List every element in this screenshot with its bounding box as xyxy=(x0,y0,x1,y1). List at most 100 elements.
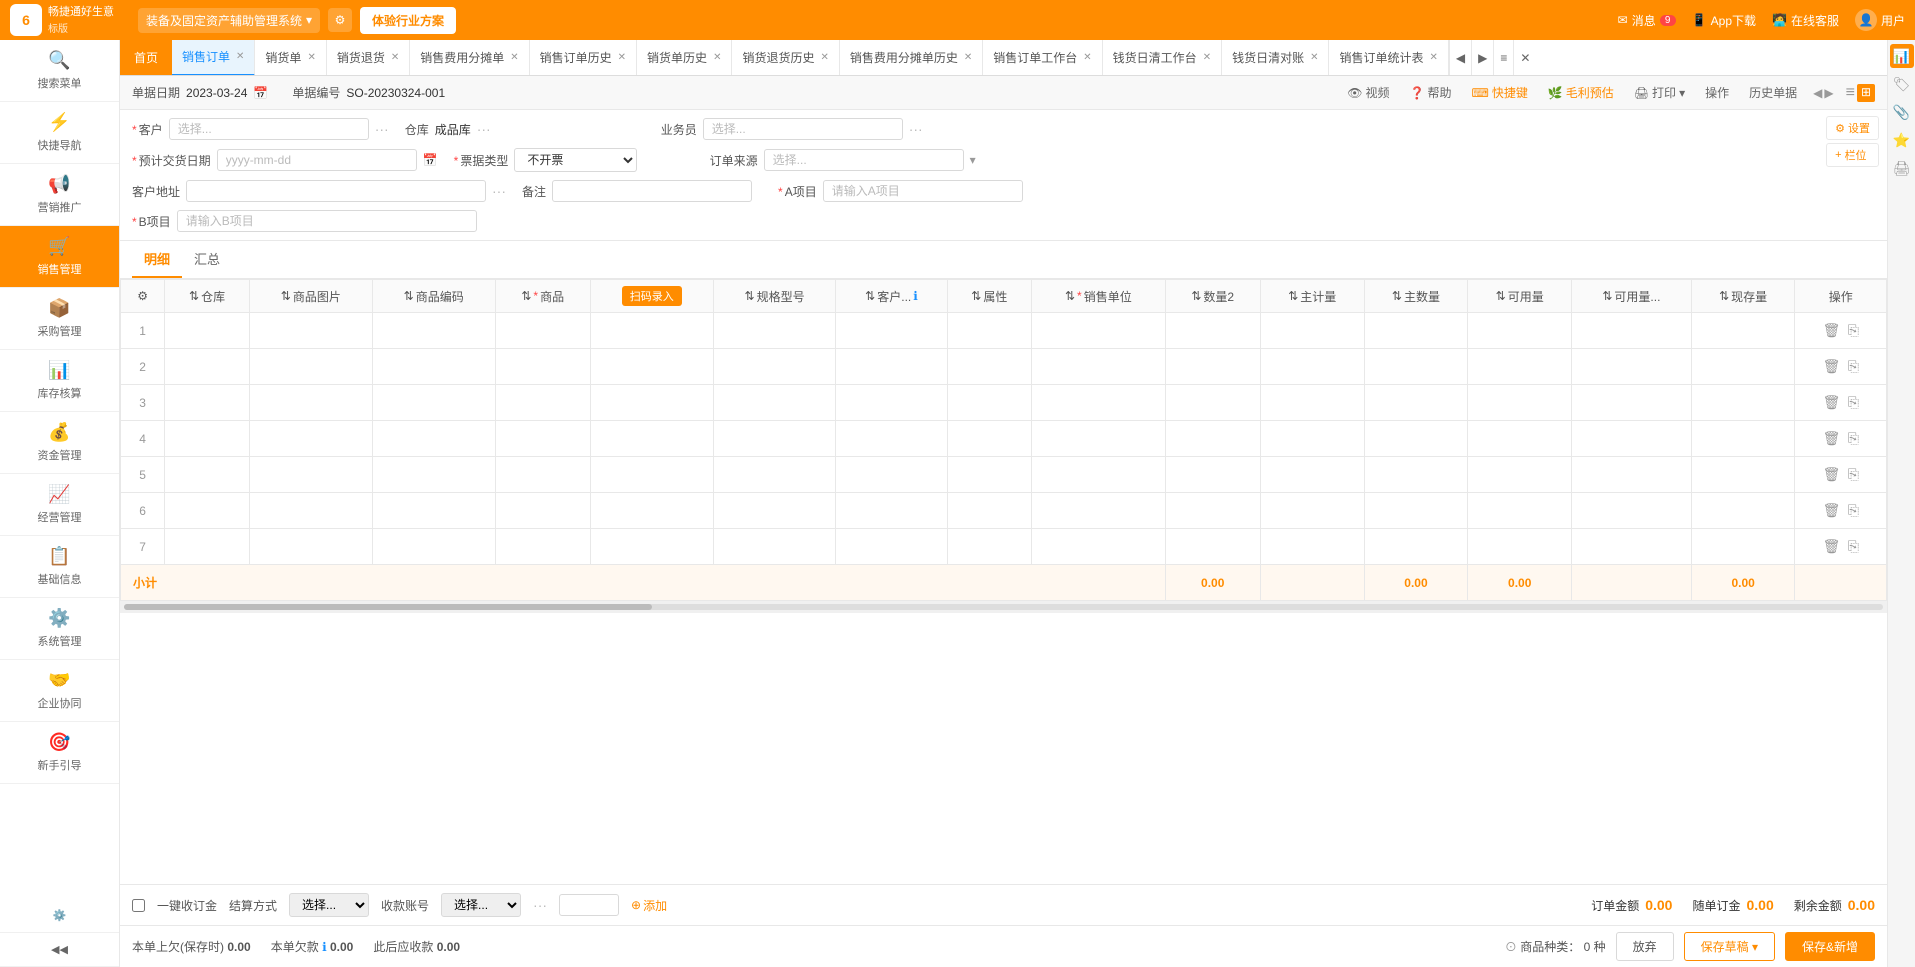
col-product-code[interactable]: ⇅ 商品编码 xyxy=(372,280,495,313)
b-project-input[interactable] xyxy=(177,210,477,232)
tab-close-icon[interactable]: ✕ xyxy=(510,52,518,63)
discard-button[interactable]: 放弃 xyxy=(1616,932,1674,961)
form-view-icon[interactable]: ⊞ xyxy=(1857,84,1875,102)
solution-button[interactable]: 体验行业方案 xyxy=(360,7,456,34)
addr-dots[interactable]: ··· xyxy=(492,183,506,199)
customer-dots[interactable]: ··· xyxy=(375,121,389,137)
remark-input[interactable] xyxy=(552,180,752,202)
sidebar-item-system[interactable]: ⚙️ 系统管理 xyxy=(0,598,119,660)
sidebar-collapse[interactable]: ◀◀ xyxy=(0,933,119,967)
save-new-button[interactable]: 保存&新增 xyxy=(1785,932,1875,961)
tab-close-icon[interactable]: ✕ xyxy=(1203,52,1211,63)
horizontal-scrollbar[interactable] xyxy=(120,601,1887,613)
delivery-date-input[interactable] xyxy=(217,149,417,171)
col-main-qty[interactable]: ⇅ 主数量 xyxy=(1364,280,1468,313)
tab-close-icon[interactable]: ✕ xyxy=(236,51,244,62)
help-btn[interactable]: ❓ 帮助 xyxy=(1406,82,1456,103)
tab-close-icon[interactable]: ✕ xyxy=(964,52,972,63)
operations-btn[interactable]: 操作 xyxy=(1701,82,1733,103)
sidebar-item-operation[interactable]: 📈 经营管理 xyxy=(0,474,119,536)
tab-fee-history[interactable]: 销售费用分摊单历史 ✕ xyxy=(840,40,983,76)
tab-close-icon[interactable]: ✕ xyxy=(1310,52,1318,63)
payment-dots[interactable]: ··· xyxy=(533,897,547,913)
tab-return-history[interactable]: 销货退货历史 ✕ xyxy=(732,40,839,76)
sidebar-item-enterprise[interactable]: 🤝 企业协同 xyxy=(0,660,119,722)
copy-row-icon[interactable]: ⎘ xyxy=(1846,322,1861,338)
view-btn[interactable]: 👁 视频 xyxy=(1343,82,1393,103)
right-sidebar-star[interactable]: ⭐ xyxy=(1890,128,1914,152)
sidebar-item-marketing[interactable]: 📢 营销推广 xyxy=(0,164,119,226)
tab-nav-next[interactable]: ▶ xyxy=(1471,40,1493,76)
tab-close-icon[interactable]: ✕ xyxy=(307,52,315,63)
sidebar-item-sales[interactable]: 🛒 销售管理 xyxy=(0,226,119,288)
tab-invoice-history[interactable]: 销货单历史 ✕ xyxy=(637,40,732,76)
tab-reconciliation[interactable]: 钱货日清对账 ✕ xyxy=(1222,40,1329,76)
calendar-icon[interactable]: 📅 xyxy=(253,86,268,100)
sidebar-item-inventory[interactable]: 📊 库存核算 xyxy=(0,350,119,412)
tab-summary[interactable]: 汇总 xyxy=(182,241,232,278)
list-view-icon[interactable]: ≡ xyxy=(1846,84,1855,102)
tab-sales-history[interactable]: 销售订单历史 ✕ xyxy=(530,40,637,76)
tab-statistics[interactable]: 销售订单统计表 ✕ xyxy=(1329,40,1448,76)
copy-row-icon[interactable]: ⎘ xyxy=(1846,430,1861,446)
col-sales-unit[interactable]: ⇅ * 销售单位 xyxy=(1032,280,1166,313)
draft-chevron-icon[interactable]: ▾ xyxy=(1752,940,1758,954)
delete-row-icon[interactable]: 🗑 xyxy=(1821,538,1843,554)
save-draft-button[interactable]: 保存草稿 ▾ xyxy=(1684,932,1775,961)
col-main-unit[interactable]: ⇅ 主计量 xyxy=(1260,280,1364,313)
col-available[interactable]: ⇅ 可用量 xyxy=(1468,280,1572,313)
tab-home[interactable]: 首页 xyxy=(120,40,172,76)
col-spec[interactable]: ⇅ 规格型号 xyxy=(713,280,836,313)
tab-detail[interactable]: 明细 xyxy=(132,241,182,278)
copy-row-icon[interactable]: ⎘ xyxy=(1846,466,1861,482)
print-btn[interactable]: 🖨 打印 ▾ xyxy=(1630,82,1689,103)
col-available2[interactable]: ⇅ 可用量... xyxy=(1572,280,1692,313)
shortcut-btn[interactable]: ⌨ 快捷键 xyxy=(1468,82,1532,103)
prev-record-icon[interactable]: ◀ xyxy=(1813,86,1822,100)
sidebar-item-finance[interactable]: 💰 资金管理 xyxy=(0,412,119,474)
tab-sales-order[interactable]: 销售订单 ✕ xyxy=(172,40,255,76)
delete-row-icon[interactable]: 🗑 xyxy=(1821,394,1843,410)
sidebar-item-purchase[interactable]: 📦 采购管理 xyxy=(0,288,119,350)
delete-row-icon[interactable]: 🗑 xyxy=(1821,502,1843,518)
warehouse-dots[interactable]: ··· xyxy=(477,121,491,137)
col-current-stock[interactable]: ⇅ 现存量 xyxy=(1691,280,1795,313)
order-source-input[interactable] xyxy=(764,149,964,171)
system-selector[interactable]: 装备及固定资产辅助管理系统 ▾ xyxy=(138,8,320,33)
delete-row-icon[interactable]: 🗑 xyxy=(1821,466,1843,482)
col-product-img[interactable]: ⇅ 商品图片 xyxy=(249,280,372,313)
app-download-button[interactable]: 📱 App下载 xyxy=(1692,12,1756,29)
sidebar-item-search[interactable]: 🔍 搜索菜单 xyxy=(0,40,119,102)
right-sidebar-attach[interactable]: 📎 xyxy=(1890,100,1914,124)
delete-row-icon[interactable]: 🗑 xyxy=(1821,430,1843,446)
payment-amount-input[interactable]: 0.00 xyxy=(559,894,619,916)
date-picker-icon[interactable]: 📅 xyxy=(423,153,438,167)
copy-row-icon[interactable]: ⎘ xyxy=(1846,538,1861,554)
customer-addr-input[interactable] xyxy=(186,180,486,202)
copy-row-icon[interactable]: ⎘ xyxy=(1846,394,1861,410)
settings-overlay-btn[interactable]: ⚙ 设置 xyxy=(1826,116,1879,140)
tab-sales-invoice[interactable]: 销货单 ✕ xyxy=(255,40,326,76)
account-select[interactable]: 选择... xyxy=(441,893,521,917)
tab-close-icon[interactable]: ✕ xyxy=(1083,52,1091,63)
one-click-checkbox[interactable] xyxy=(132,899,145,912)
col-qty2[interactable]: ⇅ 数量2 xyxy=(1165,280,1260,313)
tab-nav-menu[interactable]: ≡ xyxy=(1493,40,1513,76)
delete-row-icon[interactable]: 🗑 xyxy=(1821,358,1843,374)
payment-method-select[interactable]: 选择... xyxy=(289,893,369,917)
tab-close-icon[interactable]: ✕ xyxy=(713,52,721,63)
tab-close-icon[interactable]: ✕ xyxy=(820,52,828,63)
delete-row-icon[interactable]: 🗑 xyxy=(1821,322,1843,338)
col-product[interactable]: ⇅ * 商品 xyxy=(495,280,590,313)
customer-input[interactable] xyxy=(169,118,369,140)
tab-nav-close[interactable]: ✕ xyxy=(1513,40,1536,76)
sidebar-item-guide[interactable]: 🎯 新手引导 xyxy=(0,722,119,784)
online-service-button[interactable]: 🧑‍💻 在线客服 xyxy=(1772,12,1839,29)
right-sidebar-tag[interactable]: 🏷 xyxy=(1890,72,1914,96)
tab-close-icon[interactable]: ✕ xyxy=(1430,52,1438,63)
tab-close-icon[interactable]: ✕ xyxy=(618,52,626,63)
tab-sales-return[interactable]: 销货退货 ✕ xyxy=(327,40,410,76)
profit-btn[interactable]: 🌿 毛利预估 xyxy=(1544,82,1618,103)
tab-order-workbench[interactable]: 销售订单工作台 ✕ xyxy=(983,40,1102,76)
salesperson-input[interactable] xyxy=(703,118,903,140)
